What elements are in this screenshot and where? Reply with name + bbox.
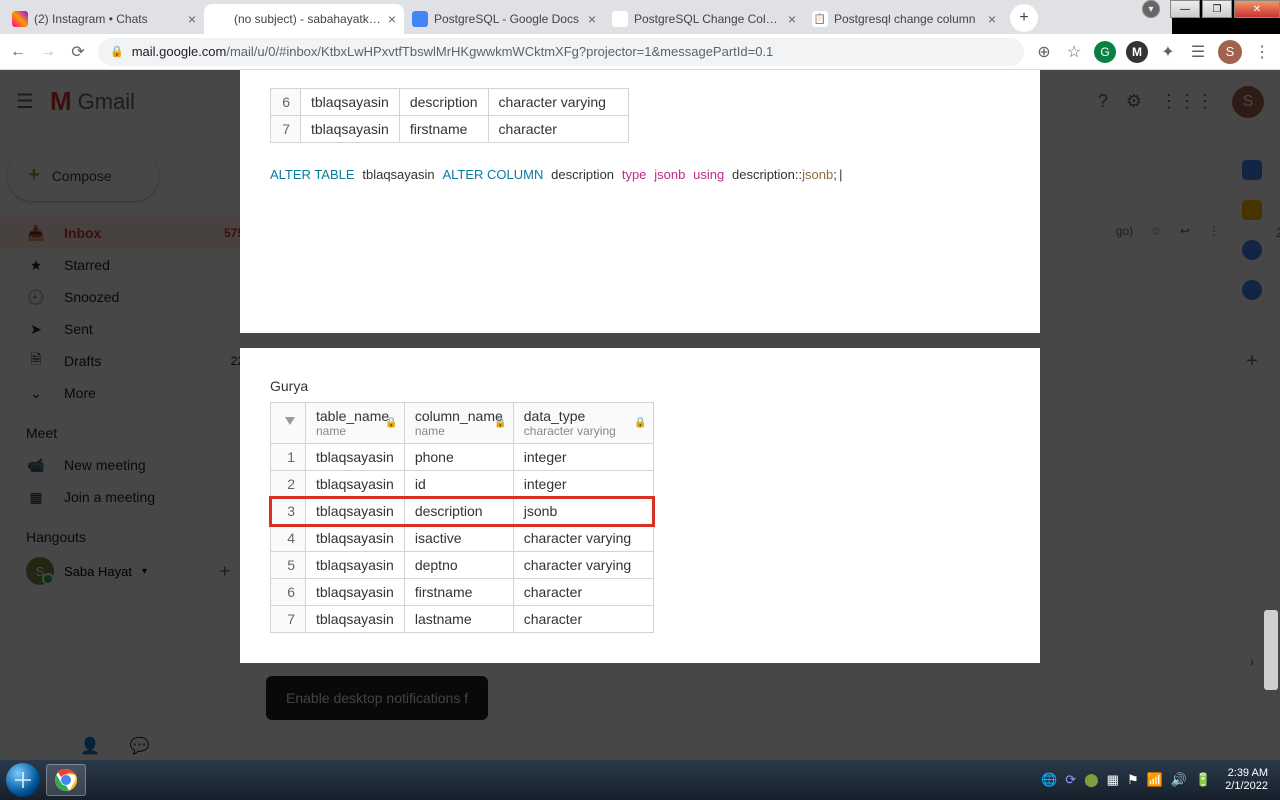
lock-icon: 🔒 <box>634 418 646 429</box>
col-column-name[interactable]: column_namename🔒 <box>404 403 513 444</box>
table-row: 7tblaqsayasinfirstnamecharacter <box>271 116 629 143</box>
windows-taskbar: 🌐 ⟳ ⬤ ▦ ⚑ 📶 🔊 🔋 2:39 AM2/1/2022 <box>0 760 1280 800</box>
table-row: 7tblaqsayasinlastnamecharacter <box>271 606 654 633</box>
sort-icon[interactable] <box>285 417 295 425</box>
table-row: 1tblaqsayasinphoneinteger <box>271 444 654 471</box>
window-close[interactable]: ✕ <box>1234 0 1280 18</box>
lock-icon: 🔒 <box>385 418 397 429</box>
favicon: ◐ <box>612 11 628 27</box>
chrome-menu-icon[interactable]: ⋮ <box>1252 42 1272 62</box>
lock-icon: 🔒 <box>110 45 124 58</box>
address-bar[interactable]: 🔒 mail.google.com/mail/u/0/#inbox/KtbxLw… <box>98 38 1024 66</box>
section-label: Gurya <box>270 378 1010 394</box>
browser-tab-strip: (2) Instagram • Chats × M (no subject) - sa… <box>0 0 1172 34</box>
favicon: 📋 <box>812 11 828 27</box>
image-panel-1: 6tblaqsayasindescriptioncharacter varyin… <box>240 70 1040 333</box>
browser-tab[interactable]: (2) Instagram • Chats × <box>4 4 204 34</box>
tray-flag-icon[interactable]: ⚑ <box>1127 772 1139 788</box>
url-host: mail.google.com <box>132 44 227 59</box>
tray-app-icon[interactable]: ▦ <box>1107 772 1119 788</box>
tab-title: PostgreSQL - Google Docs <box>434 12 582 26</box>
sql-statement: ALTER TABLE tblaqsayasin ALTER COLUMN de… <box>270 167 1010 183</box>
table-row: 2tblaqsayasinidinteger <box>271 471 654 498</box>
window-maximize[interactable]: ❐ <box>1202 0 1232 18</box>
browser-toolbar: ← → ⟳ 🔒 mail.google.com/mail/u/0/#inbox/… <box>0 34 1280 70</box>
col-table-name[interactable]: table_namename🔒 <box>306 403 405 444</box>
browser-tab[interactable]: 📋 Postgresql change column × <box>804 4 1004 34</box>
nav-reload-icon[interactable]: ⟳ <box>68 42 88 62</box>
tab-close-icon[interactable]: × <box>188 11 196 27</box>
table-row: 4tblaqsayasinisactivecharacter varying <box>271 525 654 552</box>
col-data-type[interactable]: data_typecharacter varying🔒 <box>513 403 653 444</box>
attachment-lightbox: 6tblaqsayasindescriptioncharacter varyin… <box>0 70 1280 760</box>
browser-tab[interactable]: M (no subject) - sabahayatkha × <box>204 4 404 34</box>
lock-icon: 🔒 <box>494 418 506 429</box>
tab-close-icon[interactable]: × <box>988 11 996 27</box>
bookmark-star-icon[interactable]: ☆ <box>1064 42 1084 62</box>
nav-forward-icon[interactable]: → <box>38 43 58 61</box>
tab-close-icon[interactable]: × <box>588 11 596 27</box>
system-clock[interactable]: 2:39 AM2/1/2022 <box>1225 767 1268 793</box>
favicon <box>12 11 28 27</box>
install-app-icon[interactable]: ⊕ <box>1034 42 1054 62</box>
table-row: 6tblaqsayasindescriptioncharacter varyin… <box>271 89 629 116</box>
extension-grammarly-icon[interactable]: G <box>1094 41 1116 63</box>
tray-globe-icon[interactable]: 🌐 <box>1041 772 1057 788</box>
table-row: 5tblaqsayasindeptnocharacter varying <box>271 552 654 579</box>
url-path: /mail/u/0/#inbox/KtbxLwHPxvtfTbswlMrHKgw… <box>226 44 773 59</box>
chrome-user-icon[interactable]: ▾ <box>1142 0 1160 18</box>
table-row: 3tblaqsayasindescriptionjsonb <box>271 498 654 525</box>
tray-shield-icon[interactable]: ⬤ <box>1084 772 1099 788</box>
tab-title: (2) Instagram • Chats <box>34 12 182 26</box>
image-panel-2: Gurya table_namename🔒 column_namename🔒 d… <box>240 348 1040 663</box>
favicon <box>412 11 428 27</box>
tab-title: Postgresql change column <box>834 12 982 26</box>
tab-title: PostgreSQL Change Colum <box>634 12 782 26</box>
table-row: 6tblaqsayasinfirstnamecharacter <box>271 579 654 606</box>
extensions-icon[interactable]: ✦ <box>1158 42 1178 62</box>
extension-m-icon[interactable]: M <box>1126 41 1148 63</box>
browser-tab[interactable]: ◐ PostgreSQL Change Colum × <box>604 4 804 34</box>
favicon: M <box>212 11 228 27</box>
taskbar-chrome[interactable] <box>46 764 86 796</box>
profile-avatar[interactable]: S <box>1218 40 1242 64</box>
result-table: table_namename🔒 column_namename🔒 data_ty… <box>270 402 654 633</box>
tab-title: (no subject) - sabahayatkha <box>234 12 382 26</box>
tray-sync-icon[interactable]: ⟳ <box>1065 772 1076 788</box>
reading-list-icon[interactable]: ☰ <box>1188 42 1208 62</box>
nav-back-icon[interactable]: ← <box>8 43 28 61</box>
tab-close-icon[interactable]: × <box>388 11 396 27</box>
start-button[interactable] <box>6 763 40 797</box>
tray-network-icon[interactable]: 📶 <box>1147 772 1163 788</box>
tab-close-icon[interactable]: × <box>788 11 796 27</box>
new-tab-button[interactable]: + <box>1010 4 1038 32</box>
browser-tab[interactable]: PostgreSQL - Google Docs × <box>404 4 604 34</box>
window-minimize[interactable]: — <box>1170 0 1200 18</box>
lightbox-scrollbar[interactable] <box>1264 610 1278 690</box>
tray-battery-icon[interactable]: 🔋 <box>1195 772 1211 788</box>
tray-volume-icon[interactable]: 🔊 <box>1171 772 1187 788</box>
